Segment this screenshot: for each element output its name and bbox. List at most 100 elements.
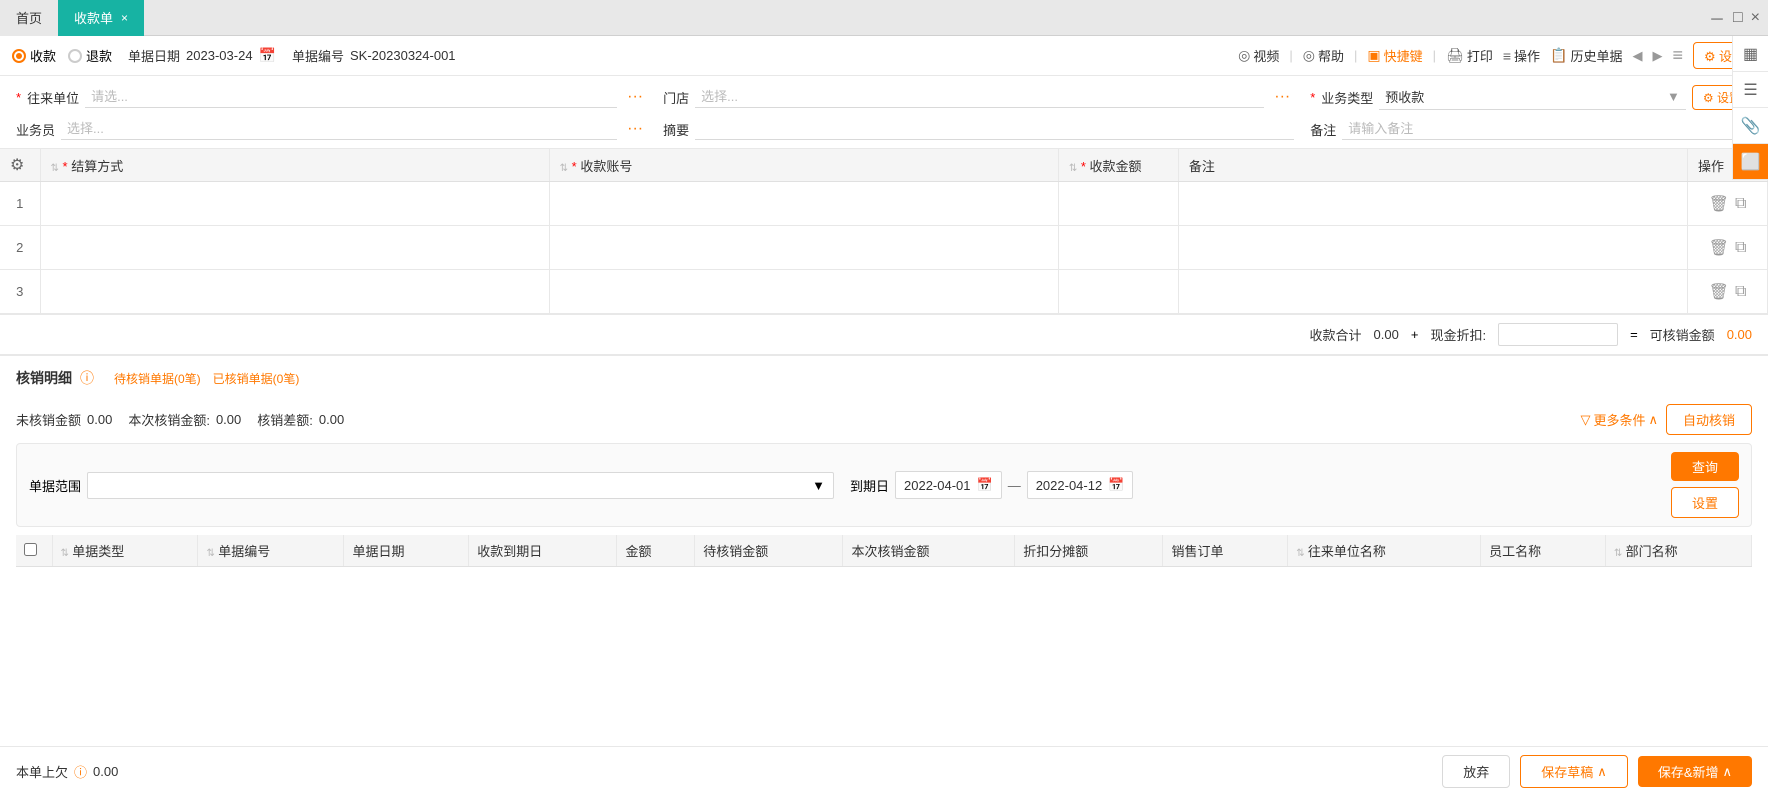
row-2-account-input[interactable]: [550, 226, 1058, 269]
range-select[interactable]: ▼: [87, 472, 834, 499]
number-label: 单据编号: [292, 46, 344, 65]
store-input[interactable]: [695, 86, 1264, 108]
row-1-actions: 🗑 ⧉: [1688, 182, 1768, 226]
minimize-icon[interactable]: －: [1709, 6, 1725, 30]
row-3-copy-icon[interactable]: ⧉: [1735, 283, 1746, 301]
note-input[interactable]: [1342, 118, 1752, 140]
tab-close-icon[interactable]: ×: [121, 11, 128, 25]
maximize-icon[interactable]: □: [1733, 9, 1743, 27]
staff-more-icon[interactable]: ···: [623, 120, 647, 138]
row-3-note[interactable]: [1178, 270, 1687, 314]
th-staff: 员工名称: [1481, 535, 1606, 567]
table-gear-icon[interactable]: ⚙: [10, 157, 24, 174]
settlement-sort-icon[interactable]: ⇅: [51, 163, 59, 174]
bottom-actions: 放弃 保存草稿 ∧ 保存&新增 ∧: [1442, 755, 1752, 788]
row-1-note[interactable]: [1178, 182, 1687, 226]
select-all-checkbox[interactable]: [24, 543, 37, 556]
sidebar-list-icon[interactable]: ☰: [1733, 72, 1768, 108]
help-btn[interactable]: ◎ 帮助: [1303, 46, 1344, 65]
row-1-delete-icon[interactable]: 🗑: [1709, 194, 1729, 214]
row-1-settlement-input[interactable]: [41, 182, 549, 225]
save-new-button[interactable]: 保存&新增 ∧: [1638, 756, 1752, 787]
sidebar-table-icon[interactable]: ▦: [1733, 36, 1768, 72]
row-2-settlement[interactable]: [40, 226, 549, 270]
set-button[interactable]: 设置: [1671, 487, 1739, 518]
business-type-select[interactable]: 预收款 ▼: [1379, 84, 1686, 110]
row-1-account[interactable]: [549, 182, 1058, 226]
date-field: 单据日期 2023-03-24 📅: [128, 46, 276, 65]
staff-input[interactable]: [61, 118, 617, 140]
row-1-copy-icon[interactable]: ⧉: [1735, 195, 1746, 213]
row-2-note-input[interactable]: [1179, 226, 1687, 269]
close-icon[interactable]: ×: [1751, 9, 1760, 27]
verification-info-icon[interactable]: ⓘ: [80, 368, 94, 388]
total-info-icon[interactable]: ⓘ: [74, 762, 87, 781]
calendar-icon[interactable]: 📅: [259, 47, 276, 64]
range-field: 单据范围 ▼: [29, 472, 834, 499]
radio-receipt[interactable]: 收款: [12, 46, 56, 65]
row-2-copy-icon[interactable]: ⧉: [1735, 239, 1746, 257]
row-3-amount-input[interactable]: [1059, 270, 1178, 313]
row-1-amount[interactable]: [1058, 182, 1178, 226]
type-sort-icon[interactable]: ⇅: [61, 548, 69, 559]
row-3-settlement-input[interactable]: [41, 270, 549, 313]
done-tab-link[interactable]: 已核销单据(0笔): [213, 370, 300, 387]
abandon-button[interactable]: 放弃: [1442, 755, 1510, 788]
date-end-value: 2022-04-12: [1036, 478, 1103, 493]
query-button[interactable]: 查询: [1671, 452, 1739, 481]
auto-cancel-button[interactable]: 自动核销: [1666, 404, 1752, 435]
row-1-account-input[interactable]: [550, 182, 1058, 225]
sidebar-expand-icon[interactable]: ⬜: [1733, 144, 1768, 180]
discount-input[interactable]: [1498, 323, 1618, 346]
summary-input[interactable]: [695, 118, 1294, 140]
row-1-settlement[interactable]: [40, 182, 549, 226]
row-2-amount[interactable]: [1058, 226, 1178, 270]
row-3-account-input[interactable]: [550, 270, 1058, 313]
row-3-settlement[interactable]: [40, 270, 549, 314]
nav-right-icon[interactable]: ▶: [1652, 48, 1662, 64]
print-btn[interactable]: 🖨 打印: [1446, 46, 1493, 65]
shortcut-btn[interactable]: ▣ 快捷键: [1367, 46, 1422, 65]
date-start-input[interactable]: 2022-04-01 📅: [895, 471, 1002, 499]
store-more-icon[interactable]: ···: [1270, 88, 1294, 106]
video-btn[interactable]: ◎ 视频: [1238, 46, 1279, 65]
account-sort-icon[interactable]: ⇅: [560, 163, 568, 174]
number-sort-icon[interactable]: ⇅: [206, 548, 214, 559]
operations-btn[interactable]: ≡ 操作: [1503, 46, 1540, 65]
row-1-amount-input[interactable]: [1059, 182, 1178, 225]
note-label: 备注: [1310, 120, 1336, 139]
th-current: 本次核销金额: [843, 535, 1015, 567]
row-2-amount-input[interactable]: [1059, 226, 1178, 269]
row-2-account[interactable]: [549, 226, 1058, 270]
row-3-amount[interactable]: [1058, 270, 1178, 314]
print-icon: 🖨: [1446, 47, 1464, 64]
th-type: ⇅ 单据类型: [52, 535, 198, 567]
tab-receipt[interactable]: 收款单 ×: [58, 0, 144, 36]
radio-refund[interactable]: 退款: [68, 46, 112, 65]
th-date: 单据日期: [344, 535, 469, 567]
sidebar-attachment-icon[interactable]: 📎: [1733, 108, 1768, 144]
amount-sort-icon[interactable]: ⇅: [1069, 163, 1077, 174]
row-3-note-input[interactable]: [1179, 270, 1687, 313]
counterpart-sort-icon[interactable]: ⇅: [1296, 548, 1304, 559]
date-end-input[interactable]: 2022-04-12 📅: [1027, 471, 1134, 499]
menu-expand-icon[interactable]: ≡: [1672, 45, 1683, 66]
counterpart-input[interactable]: [85, 86, 617, 108]
tab-home[interactable]: 首页: [0, 0, 58, 36]
bottom-bar: 本单上欠 ⓘ 0.00 放弃 保存草稿 ∧ 保存&新增 ∧: [0, 746, 1768, 796]
counterpart-more-icon[interactable]: ···: [623, 88, 647, 106]
history-btn[interactable]: 📋 历史单据: [1550, 46, 1622, 65]
pending-tab-link[interactable]: 待核销单据(0笔): [114, 370, 201, 387]
save-draft-button[interactable]: 保存草稿 ∧: [1520, 755, 1628, 788]
row-3-account[interactable]: [549, 270, 1058, 314]
row-3-delete-icon[interactable]: 🗑: [1709, 282, 1729, 302]
dept-sort-icon[interactable]: ⇅: [1614, 548, 1622, 559]
row-2-delete-icon[interactable]: 🗑: [1709, 238, 1729, 258]
table-row: 2 🗑 ⧉: [0, 226, 1768, 270]
row-2-settlement-input[interactable]: [41, 226, 549, 269]
row-2-note[interactable]: [1178, 226, 1687, 270]
row-1-note-input[interactable]: [1179, 182, 1687, 225]
nav-left-icon[interactable]: ◀: [1632, 48, 1642, 64]
more-conditions-btn[interactable]: ▽ 更多条件 ∧: [1580, 410, 1658, 429]
net-value: 0.00: [1727, 327, 1752, 342]
